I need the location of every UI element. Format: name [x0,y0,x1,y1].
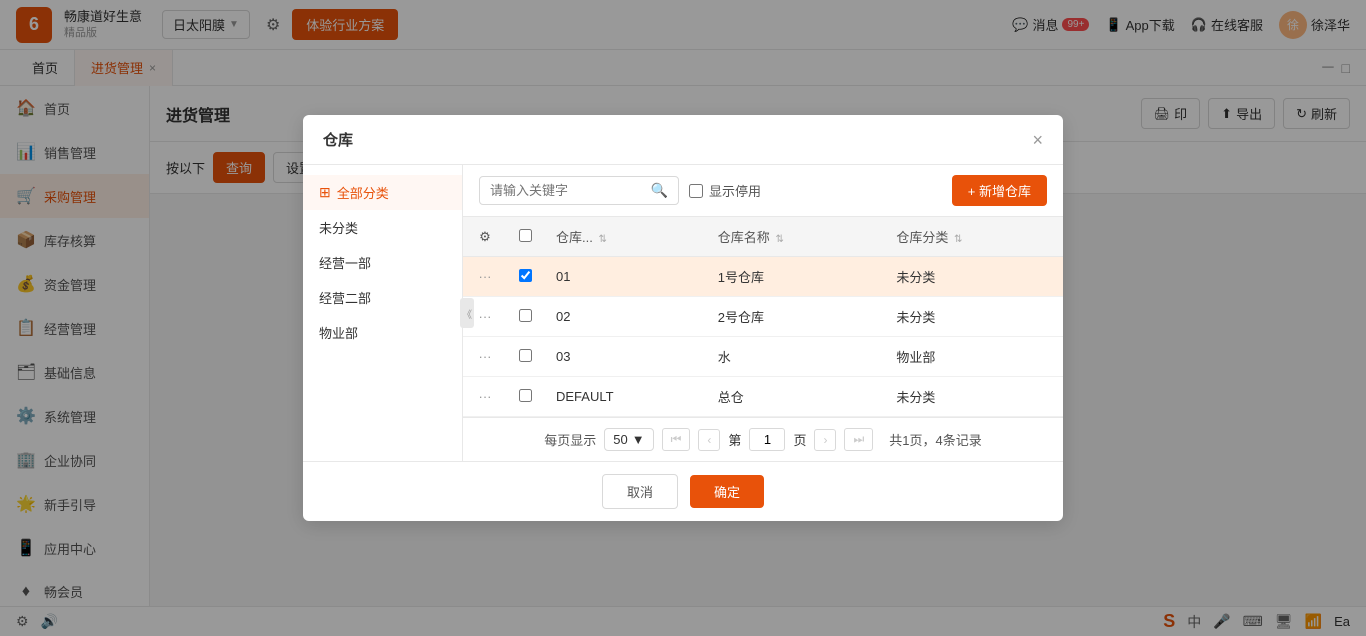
cat-item-property[interactable]: 物业部 [303,315,462,350]
row-code-cell: 03 [544,337,706,377]
dialog-footer: 取消 确定 [303,461,1063,521]
select-all-checkbox[interactable] [519,229,532,242]
grid-icon: ⊞ [319,184,331,201]
warehouse-table: ⚙ 仓库... ⇅ 仓库名称 [463,217,1063,417]
row-category-cell: 未分类 [884,297,1063,337]
search-input[interactable] [490,183,645,198]
row-code-cell: 01 [544,257,706,297]
page-size-select[interactable]: 50 ▼ [604,428,653,451]
row-checkbox[interactable] [519,349,532,362]
dialog-pagination: 每页显示 50 ▼ ⏮ ‹ 第 页 › ⏭ 共1页，4条记录 [463,417,1063,461]
dialog-title: 仓库 [323,129,353,150]
confirm-button[interactable]: 确定 [690,475,764,508]
row-checkbox-cell [507,257,544,297]
row-checkbox-cell [507,337,544,377]
row-category-cell: 未分类 [884,377,1063,417]
page-last-button[interactable]: ⏭ [844,428,873,451]
row-name-cell: 1号仓库 [706,257,885,297]
row-more-icon[interactable]: ··· [479,349,492,364]
row-name-cell: 2号仓库 [706,297,885,337]
row-checkbox[interactable] [519,269,532,282]
cancel-button[interactable]: 取消 [602,474,678,509]
row-code-cell: 02 [544,297,706,337]
page-prev-button[interactable]: ‹ [698,429,720,451]
cat-item-dept2[interactable]: 经营二部 [303,280,462,315]
page-first-button[interactable]: ⏮ [662,428,691,451]
category-sidebar: ⊞ 全部分类 未分类 经营一部 经营二部 物业部 《 [303,165,463,461]
row-checkbox[interactable] [519,389,532,402]
dialog-close-icon[interactable]: × [1032,131,1043,149]
dialog-body: ⊞ 全部分类 未分类 经营一部 经营二部 物业部 《 [303,165,1063,461]
row-checkbox[interactable] [519,309,532,322]
col-header-name: 仓库名称 ⇅ [706,217,885,257]
row-actions-cell: ··· [463,257,507,297]
row-category-cell: 未分类 [884,257,1063,297]
cat-item-all[interactable]: ⊞ 全部分类 [303,175,462,210]
row-name-cell: 水 [706,337,885,377]
table-row[interactable]: ··· 03 水 物业部 [463,337,1063,377]
sort-code-icon[interactable]: ⇅ [598,234,606,245]
modal-overlay[interactable]: 仓库 × ⊞ 全部分类 未分类 经营一部 经营二部 [0,0,1366,636]
page-size-arrow-icon: ▼ [632,432,645,447]
col-header-code: 仓库... ⇅ [544,217,706,257]
row-checkbox-cell [507,377,544,417]
cat-item-dept1[interactable]: 经营一部 [303,245,462,280]
row-code-cell: DEFAULT [544,377,706,417]
cat-item-uncategorized[interactable]: 未分类 [303,210,462,245]
dialog-content: 🔍 显示停用 + 新增仓库 ⚙ [463,165,1063,461]
page-next-button[interactable]: › [814,429,836,451]
table-row[interactable]: ··· DEFAULT 总仓 未分类 [463,377,1063,417]
search-box: 🔍 [479,176,679,205]
dialog-toolbar: 🔍 显示停用 + 新增仓库 [463,165,1063,217]
row-category-cell: 物业部 [884,337,1063,377]
search-icon[interactable]: 🔍 [651,182,668,199]
row-more-icon[interactable]: ··· [479,309,492,324]
row-name-cell: 总仓 [706,377,885,417]
table-row[interactable]: ··· 02 2号仓库 未分类 [463,297,1063,337]
show-disabled-checkbox[interactable] [689,184,703,198]
col-header-category: 仓库分类 ⇅ [884,217,1063,257]
page-number-input[interactable] [749,428,785,451]
col-header-settings: ⚙ [463,217,507,257]
row-actions-cell: ··· [463,337,507,377]
table-row[interactable]: ··· 01 1号仓库 未分类 [463,257,1063,297]
row-more-icon[interactable]: ··· [479,389,492,404]
sidebar-collapse-button[interactable]: 《 [460,298,474,328]
row-actions-cell: ··· [463,377,507,417]
dialog-header: 仓库 × [303,115,1063,165]
row-more-icon[interactable]: ··· [479,269,492,284]
col-header-checkbox [507,217,544,257]
new-warehouse-button[interactable]: + 新增仓库 [952,175,1047,206]
sort-cat-icon[interactable]: ⇅ [954,234,962,245]
row-checkbox-cell [507,297,544,337]
warehouse-dialog: 仓库 × ⊞ 全部分类 未分类 经营一部 经营二部 [303,115,1063,521]
sort-name-icon[interactable]: ⇅ [775,234,783,245]
show-disabled-toggle[interactable]: 显示停用 [689,181,761,200]
